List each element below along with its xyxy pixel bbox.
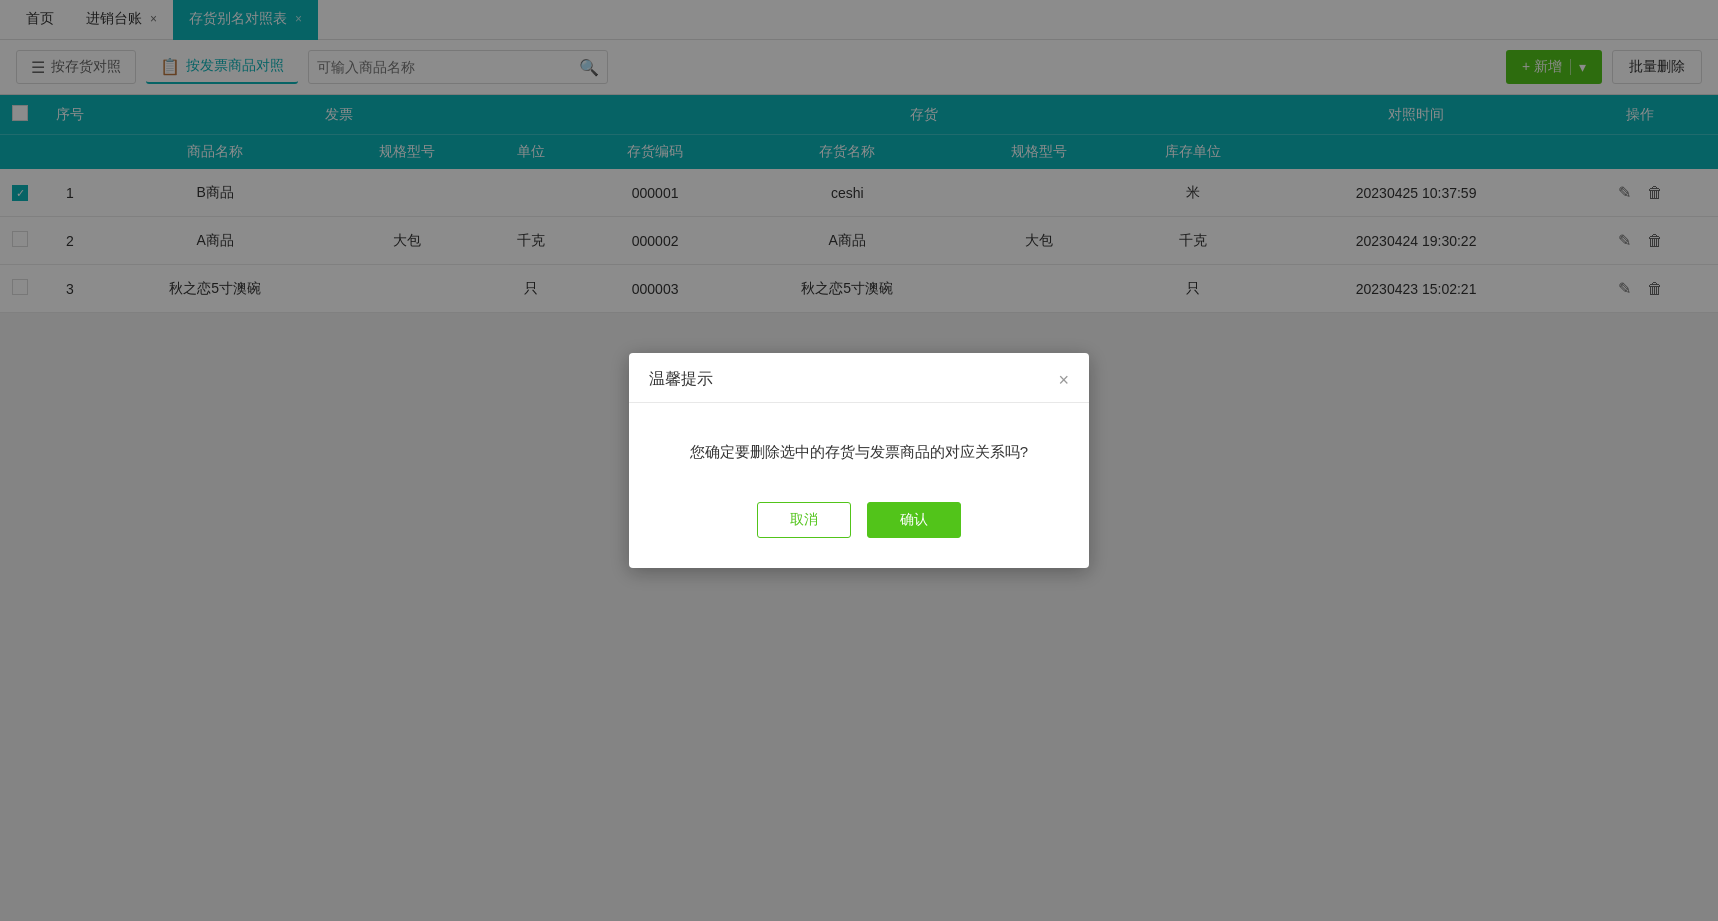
modal-overlay: 温馨提示 × 您确定要删除选中的存货与发票商品的对应关系吗? 取消 确认	[0, 0, 1718, 313]
